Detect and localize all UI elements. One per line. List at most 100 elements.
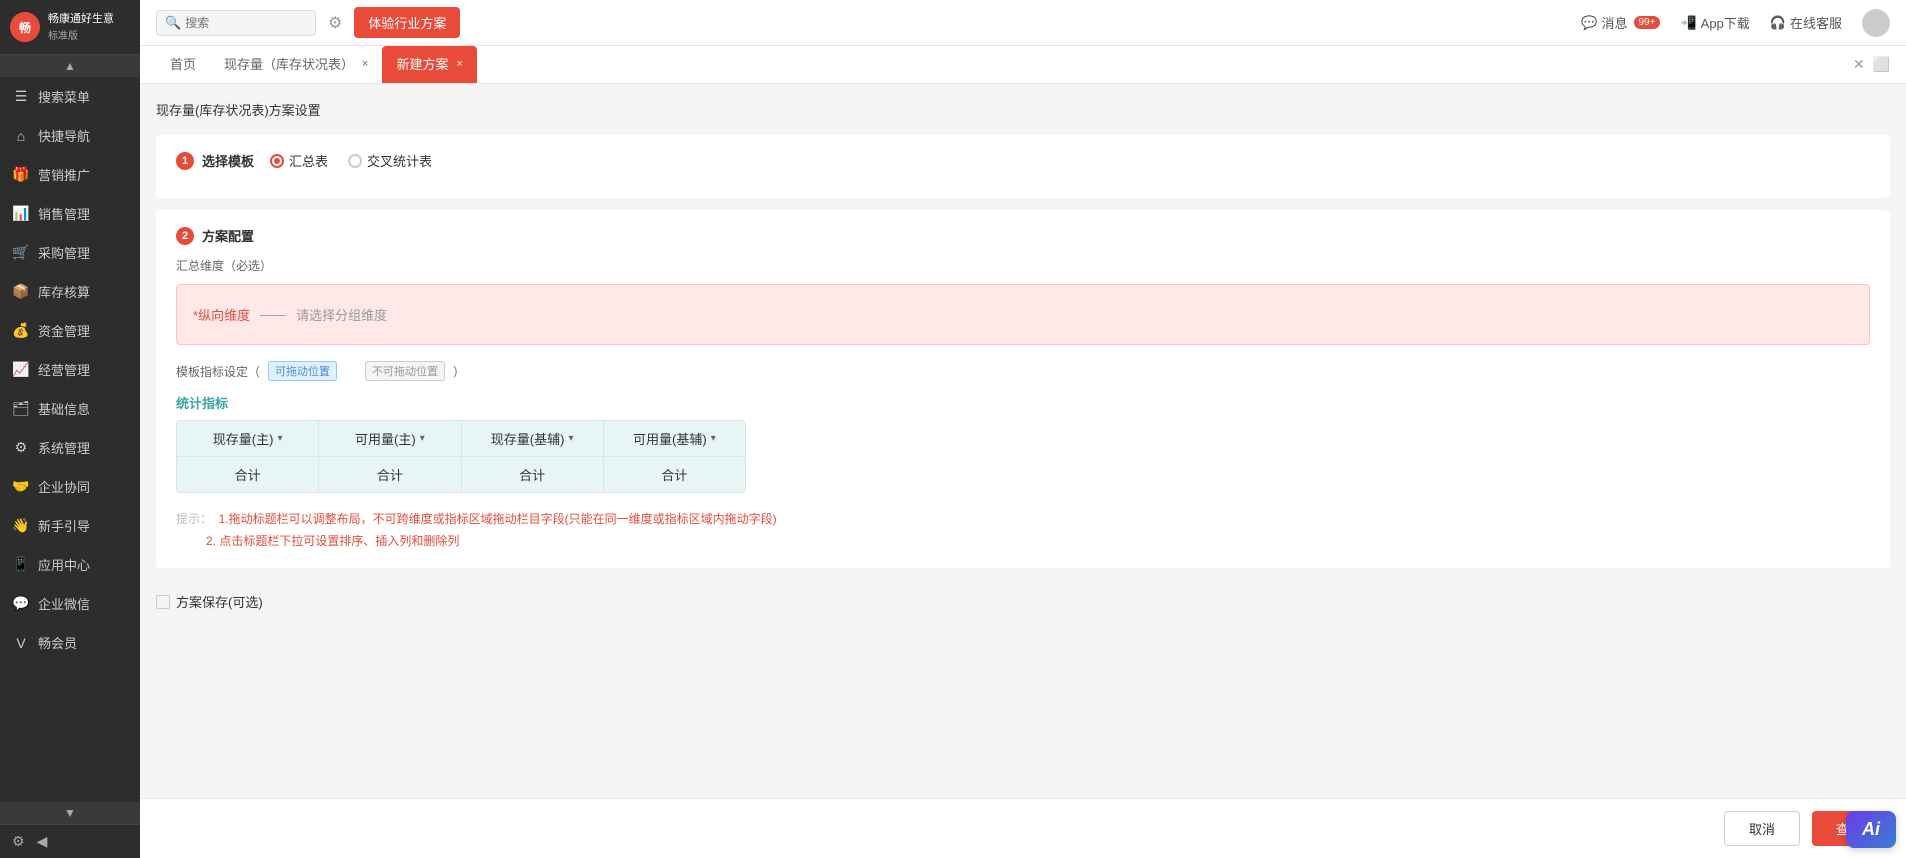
collapse-icon[interactable]: ◀	[37, 833, 48, 850]
message-item[interactable]: 💬 消息 99+	[1581, 13, 1660, 32]
chevron-down-icon-3[interactable]: ▾	[711, 433, 716, 444]
stats-col-2: 现存量(基辅) ▾ 合计	[462, 421, 604, 492]
stats-col-cell-3: 合计	[604, 457, 745, 492]
sidebar-item-label: 资金管理	[38, 321, 90, 340]
chevron-down-icon-2[interactable]: ▾	[568, 433, 573, 444]
user-avatar[interactable]	[1862, 9, 1890, 37]
home-icon: ⌂	[12, 127, 30, 145]
sidebar-item-label: 企业微信	[38, 594, 90, 613]
content-area: 现存量(库存状况表)方案设置 1 选择模板 汇总表 交叉统计表	[140, 84, 1906, 858]
online-service-item[interactable]: 🎧 在线客服	[1770, 13, 1842, 32]
radio-crosstab[interactable]: 交叉统计表	[348, 151, 432, 170]
tab-new-plan-close[interactable]: ×	[456, 58, 462, 70]
sidebar-item-enterprise[interactable]: 🤝 企业协同	[0, 467, 140, 506]
chevron-down-icon-1[interactable]: ▾	[420, 433, 425, 444]
save-checkbox[interactable]	[156, 595, 170, 609]
sidebar-item-newguide[interactable]: 👋 新手引导	[0, 506, 140, 545]
step2-title: 方案配置	[202, 226, 254, 245]
chevron-down-icon-0[interactable]: ▾	[277, 433, 282, 444]
stats-col-header-3[interactable]: 可用量(基辅) ▾	[604, 421, 745, 457]
stats-table: 现存量(主) ▾ 合计 可用量(主) ▾ 合计	[176, 420, 746, 493]
cancel-button[interactable]: 取消	[1724, 811, 1800, 846]
stats-col-header-1[interactable]: 可用量(主) ▾	[319, 421, 460, 457]
topbar-gear-icon[interactable]: ⚙	[328, 13, 342, 33]
box-icon: 📦	[12, 283, 30, 301]
step2-header: 2 方案配置	[176, 226, 1870, 245]
gear-icon: ⚙	[12, 439, 30, 457]
tab-inventory-status[interactable]: 现存量（库存状况表） ×	[210, 46, 382, 83]
non-draggable-badge: 不可拖动位置	[365, 361, 445, 381]
sidebar-item-purchase[interactable]: 🛒 采购管理	[0, 233, 140, 272]
sidebar-item-management[interactable]: 📈 经营管理	[0, 350, 140, 389]
app-download-item[interactable]: 📲 App下载	[1680, 13, 1749, 32]
dimension-area[interactable]: *纵向维度 —— 请选择分组维度	[176, 284, 1870, 345]
tabs-right-actions: ✕ ⬜	[1853, 56, 1890, 73]
app-name: 畅康通好生意	[48, 12, 114, 26]
sidebar-item-marketing[interactable]: 🎁 营销推广	[0, 155, 140, 194]
topbar-right: 💬 消息 99+ 📲 App下载 🎧 在线客服	[1581, 9, 1890, 37]
tips-section: 提示： 1.拖动标题栏可以调整布局，不可跨维度或指标区域拖动栏目字段(只能在同一…	[176, 509, 1870, 552]
sidebar-bottom: ⚙ ◀	[0, 824, 140, 858]
sidebar-item-label: 经营管理	[38, 360, 90, 379]
sidebar-item-appcenter[interactable]: 📱 应用中心	[0, 545, 140, 584]
sidebar-item-finance[interactable]: 💰 资金管理	[0, 311, 140, 350]
stats-col-header-2[interactable]: 现存量(基辅) ▾	[462, 421, 603, 457]
draggable-badge: 可拖动位置	[268, 361, 337, 381]
page-title: 现存量(库存状况表)方案设置	[156, 100, 1890, 119]
sidebar-item-inventory[interactable]: 📦 库存核算	[0, 272, 140, 311]
sidebar-item-vip[interactable]: V 畅会员	[0, 623, 140, 662]
tabs-expand-icon[interactable]: ⬜	[1873, 56, 1890, 73]
indicator-settings-title: 模板指标设定（ 可拖动位置 不可拖动位置 ）	[176, 361, 1870, 381]
sidebar-item-label: 企业协同	[38, 477, 90, 496]
step1-title: 选择模板	[202, 151, 254, 170]
sidebar-item-sales[interactable]: 📊 销售管理	[0, 194, 140, 233]
sidebar-item-label: 基础信息	[38, 399, 90, 418]
stats-col-3: 可用量(基辅) ▾ 合计	[604, 421, 745, 492]
stats-col-header-0[interactable]: 现存量(主) ▾	[177, 421, 318, 457]
folder-icon: 🗂	[12, 400, 30, 418]
save-option-label: 方案保存(可选)	[176, 592, 263, 611]
app-name-block: 畅康通好生意 标准版	[48, 12, 114, 41]
cart-icon: 🛒	[12, 244, 30, 262]
step1-card: 1 选择模板 汇总表 交叉统计表	[156, 135, 1890, 198]
app-logo-icon: 畅	[10, 12, 40, 42]
sidebar-item-label: 采购管理	[38, 243, 90, 262]
sidebar-item-search[interactable]: ☰ 搜索菜单	[0, 77, 140, 116]
search-input[interactable]	[185, 16, 305, 30]
tabs-close-icon[interactable]: ✕	[1853, 56, 1865, 73]
sidebar-item-quicknav[interactable]: ⌂ 快捷导航	[0, 116, 140, 155]
vip-icon: V	[12, 634, 30, 652]
sidebar-logo: 畅 畅康通好生意 标准版	[0, 0, 140, 55]
search-icon: 🔍	[165, 15, 181, 31]
dimension-dash: ——	[260, 307, 286, 322]
stats-col-cell-0: 合计	[177, 457, 318, 492]
handshake-icon: 🤝	[12, 478, 30, 496]
ai-badge[interactable]: Ai	[1846, 811, 1896, 848]
tab-inventory-close[interactable]: ×	[362, 58, 368, 70]
stats-section-title: 统计指标	[176, 393, 1870, 412]
sidebar-item-label: 销售管理	[38, 204, 90, 223]
sidebar-item-wechat[interactable]: 💬 企业微信	[0, 584, 140, 623]
tab-home[interactable]: 首页	[156, 46, 210, 83]
sidebar-item-label: 库存核算	[38, 282, 90, 301]
stats-col-1: 可用量(主) ▾ 合计	[319, 421, 461, 492]
indicator-settings: 模板指标设定（ 可拖动位置 不可拖动位置 ）	[176, 361, 1870, 381]
tip-1: 提示： 1.拖动标题栏可以调整布局，不可跨维度或指标区域拖动栏目字段(只能在同一…	[176, 509, 1870, 531]
sidebar-scroll-up[interactable]: ▲	[0, 55, 140, 77]
sidebar-scroll-down[interactable]: ▼	[0, 802, 140, 824]
tab-new-plan[interactable]: 新建方案 ×	[382, 46, 476, 83]
tabs-bar: 首页 现存量（库存状况表） × 新建方案 × ✕ ⬜	[140, 46, 1906, 84]
radio-summary-table[interactable]: 汇总表	[270, 151, 328, 170]
sidebar-item-label: 快捷导航	[38, 126, 90, 145]
sidebar-item-label: 搜索菜单	[38, 87, 90, 106]
sidebar-item-system[interactable]: ⚙ 系统管理	[0, 428, 140, 467]
wechat-icon: 💬	[12, 595, 30, 613]
app-edition: 标准版	[48, 27, 114, 42]
sidebar-item-basicinfo[interactable]: 🗂 基础信息	[0, 389, 140, 428]
settings-bottom-icon[interactable]: ⚙	[12, 833, 25, 850]
industry-button[interactable]: 体验行业方案	[354, 7, 460, 38]
topbar-search-box[interactable]: 🔍	[156, 10, 316, 36]
tip-2: 2. 点击标题栏下拉可设置排序、插入列和删除列	[176, 531, 1870, 553]
sidebar-item-label: 畅会员	[38, 633, 77, 652]
app-download-icon: 📲	[1680, 15, 1696, 31]
